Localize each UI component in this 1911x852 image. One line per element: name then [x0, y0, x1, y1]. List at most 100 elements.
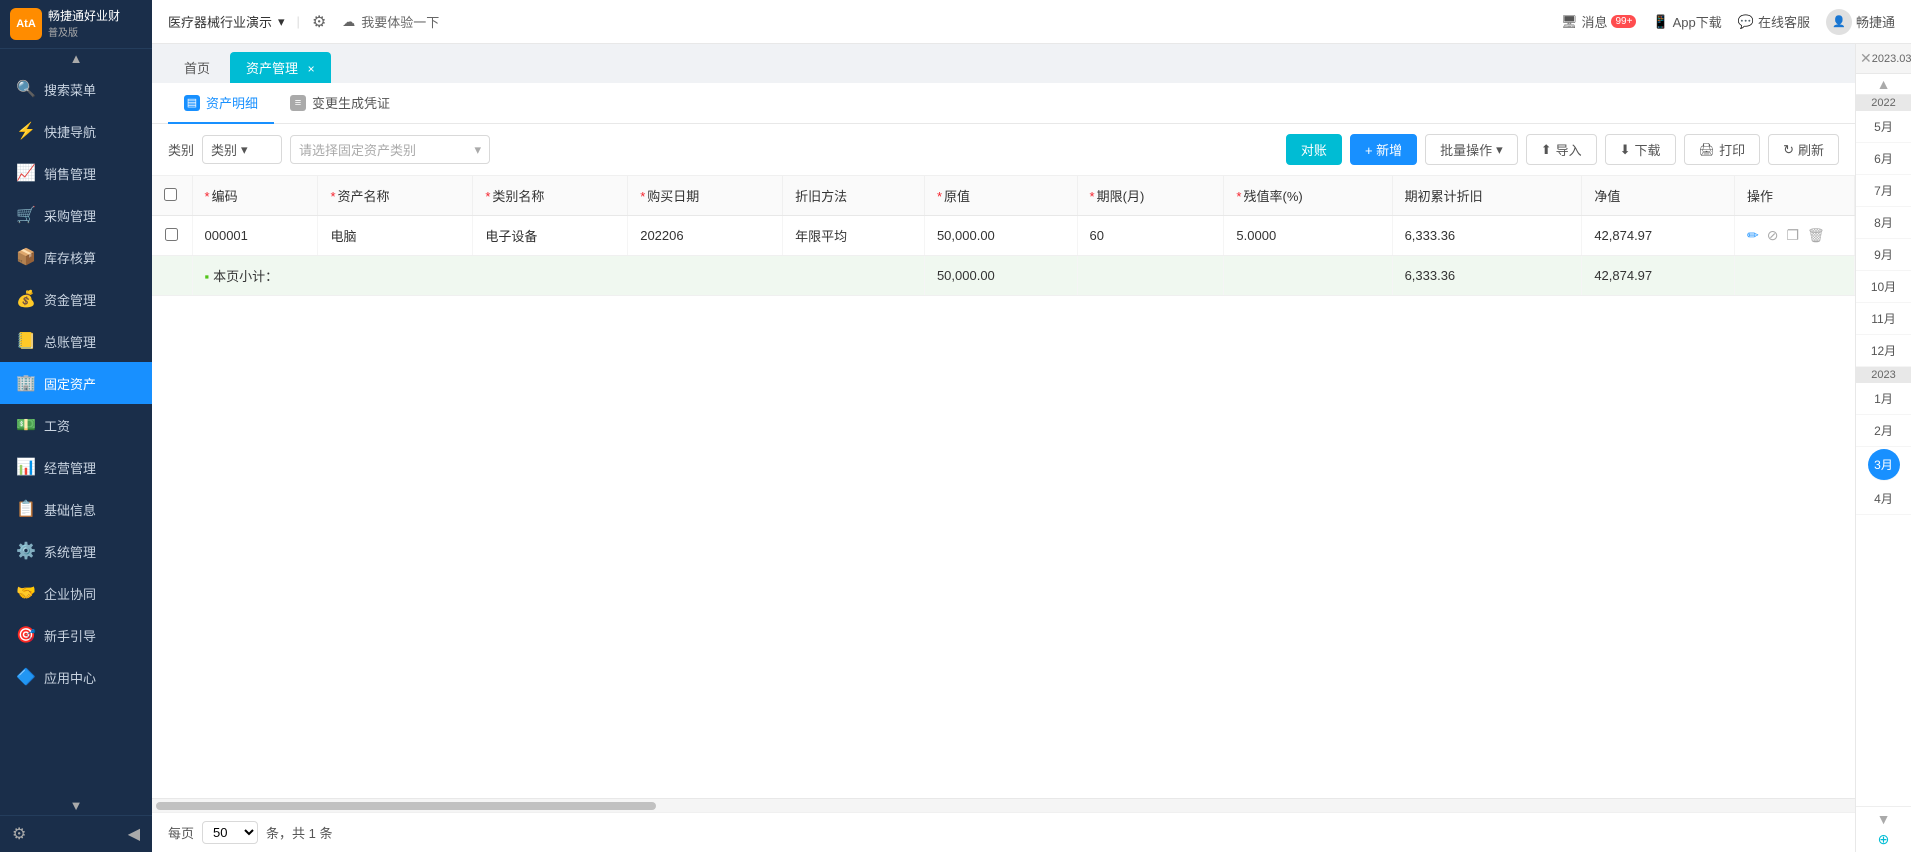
month-2022-12[interactable]: 12月	[1856, 335, 1911, 367]
col-net-value: 净值	[1582, 176, 1735, 216]
month-2023-1[interactable]: 1月	[1856, 383, 1911, 415]
sidebar-item-fixed-assets[interactable]: 🏢固定资产	[0, 362, 152, 404]
sidebar-label-enterprise: 企业协同	[44, 584, 96, 603]
import-icon: ⬆	[1541, 142, 1552, 158]
scroll-up-arrow[interactable]: ▲	[1877, 76, 1891, 92]
service-icon: 💬	[1738, 14, 1754, 30]
sidebar-item-inventory[interactable]: 📦库存核算	[0, 236, 152, 278]
sidebar-item-search[interactable]: 🔍搜索菜单	[0, 68, 152, 110]
app-name: 畅捷通好业财	[48, 9, 120, 25]
sub-tab-change-voucher[interactable]: ≡ 变更生成凭证	[274, 83, 406, 124]
sidebar-label-search: 搜索菜单	[44, 80, 96, 99]
subtotal-row: ▪本页小计： 50,000.00 6,333.36 42,874.97	[152, 256, 1855, 296]
sidebar-label-payroll: 工资	[44, 416, 70, 435]
delete-icon[interactable]: 🗑	[1807, 227, 1825, 244]
right-sidebar: ✕ 2023.03 ⤢ ▲ 2022 5月 6月 7月 8月 9月 10月 11…	[1855, 44, 1911, 852]
month-2022-7[interactable]: 7月	[1856, 175, 1911, 207]
experience-button[interactable]: ☁ 我要体验一下	[342, 12, 439, 31]
subtotal-label: ▪本页小计：	[192, 256, 924, 296]
sidebar-label-quick-nav: 快捷导航	[44, 122, 96, 141]
collapse-icon[interactable]: ◀	[128, 824, 140, 844]
category-filter-select[interactable]: 类别 ▾	[202, 135, 282, 164]
scroll-down-arrow[interactable]: ▼	[1877, 811, 1891, 827]
col-category: *类别名称	[473, 176, 628, 216]
sidebar-item-basic-info[interactable]: 📋基础信息	[0, 488, 152, 530]
asset-detail-icon: ▤	[184, 95, 200, 111]
col-operations: 操作	[1735, 176, 1855, 216]
app-download-button[interactable]: 📱 App下载	[1652, 12, 1721, 31]
download-button[interactable]: ⬇ 下载	[1605, 134, 1676, 165]
sidebar-item-guide[interactable]: 🎯新手引导	[0, 614, 152, 656]
expand-down-icon[interactable]: ⊕	[1878, 831, 1890, 848]
cell-purchase-date: 202206	[628, 216, 783, 256]
tabs-bar: 首页 资产管理 ×	[152, 44, 1855, 83]
row-checkbox[interactable]	[165, 228, 178, 241]
right-panel-title: 2023.03	[1872, 53, 1911, 65]
content-area: 首页 资产管理 × ▤ 资产明细 ≡ 变更生成凭证	[152, 44, 1911, 852]
new-button[interactable]: + 新增	[1350, 134, 1417, 165]
month-2022-10[interactable]: 10月	[1856, 271, 1911, 303]
sidebar-item-fund[interactable]: 💰资金管理	[0, 278, 152, 320]
tab-asset-management[interactable]: 资产管理 ×	[230, 52, 331, 83]
month-2022-6[interactable]: 6月	[1856, 143, 1911, 175]
total-count: 条，共 1 条	[266, 823, 332, 842]
copy-icon[interactable]: ❐	[1786, 227, 1799, 244]
month-2022-11[interactable]: 11月	[1856, 303, 1911, 335]
sidebar-scroll-up[interactable]: ▲	[0, 49, 152, 68]
category-input[interactable]: 请选择固定资产类别 ▾	[290, 135, 490, 164]
sidebar-item-business[interactable]: 📊经营管理	[0, 446, 152, 488]
change-voucher-icon: ≡	[290, 95, 306, 111]
horizontal-scrollbar[interactable]	[152, 798, 1855, 812]
sidebar-scroll-down[interactable]: ▼	[0, 796, 152, 815]
sidebar-item-enterprise[interactable]: 🤝企业协同	[0, 572, 152, 614]
payroll-icon: 💵	[16, 415, 34, 435]
topbar: 医疗器械行业演示 ▾ | ⚙ ☁ 我要体验一下 🖥 消息 99+ 📱 App下载…	[152, 0, 1911, 44]
online-service-button[interactable]: 💬 在线客服	[1738, 12, 1810, 31]
sidebar-item-sales[interactable]: 📈销售管理	[0, 152, 152, 194]
user-menu[interactable]: 👤 畅捷通	[1826, 9, 1895, 35]
select-all-checkbox[interactable]	[164, 188, 177, 201]
refresh-button[interactable]: ↻ 刷新	[1768, 134, 1839, 165]
table-body: 000001 电脑 电子设备 202206 年限平均 50,000.00 60 …	[152, 216, 1855, 296]
edit-icon[interactable]: ✏	[1747, 227, 1759, 244]
tab-close-icon[interactable]: ×	[308, 62, 315, 76]
month-2023-4[interactable]: 4月	[1856, 483, 1911, 515]
company-settings-icon[interactable]: ⚙	[312, 12, 326, 32]
tab-home[interactable]: 首页	[168, 52, 226, 83]
sidebar-label-system: 系统管理	[44, 542, 96, 561]
sidebar-item-ledger[interactable]: 📒总账管理	[0, 320, 152, 362]
duizhang-button[interactable]: 对账	[1286, 134, 1342, 165]
sidebar-item-payroll[interactable]: 💵 工资	[0, 404, 152, 446]
sidebar-item-app-center[interactable]: 🔷应用中心	[0, 656, 152, 698]
per-page-label: 每页	[168, 823, 194, 842]
month-2022-9[interactable]: 9月	[1856, 239, 1911, 271]
month-2023-3[interactable]: 3月	[1868, 449, 1900, 481]
message-button[interactable]: 🖥 消息 99+	[1561, 12, 1637, 31]
scrollbar-thumb[interactable]	[156, 802, 656, 810]
settings-icon[interactable]: ⚙	[12, 824, 26, 844]
per-page-select[interactable]: 50 20 100 200	[202, 821, 258, 844]
right-panel-close-icon[interactable]: ✕	[1860, 50, 1872, 67]
month-2022-5[interactable]: 5月	[1856, 111, 1911, 143]
table-header: *编码 *资产名称 *类别名称 *购买日期 折旧方法 *原值 *期限(月) *残…	[152, 176, 1855, 216]
batch-button[interactable]: 批量操作 ▾	[1425, 134, 1518, 165]
month-2022-8[interactable]: 8月	[1856, 207, 1911, 239]
sub-tab-asset-detail[interactable]: ▤ 资产明细	[168, 83, 274, 124]
system-icon: ⚙️	[16, 541, 34, 561]
sidebar-item-purchase[interactable]: 🛒采购管理	[0, 194, 152, 236]
company-name: 医疗器械行业演示	[168, 12, 272, 31]
sidebar-nav-list: 🔍搜索菜单⚡快捷导航📈销售管理🛒采购管理📦库存核算💰资金管理📒总账管理🏢固定资产…	[0, 68, 152, 796]
main-card: ▤ 资产明细 ≡ 变更生成凭证 类别 类别 ▾	[152, 83, 1855, 852]
print-button[interactable]: 🖨 打印	[1684, 134, 1761, 165]
batch-dropdown-icon: ▾	[1496, 142, 1503, 158]
col-check	[152, 176, 192, 216]
message-icon: 🖥	[1561, 14, 1578, 30]
import-button[interactable]: ⬆ 导入	[1526, 134, 1597, 165]
sidebar-item-system[interactable]: ⚙️ 系统管理	[0, 530, 152, 572]
month-2023-2[interactable]: 2月	[1856, 415, 1911, 447]
sidebar-item-quick-nav[interactable]: ⚡快捷导航	[0, 110, 152, 152]
sidebar-label-inventory: 库存核算	[44, 248, 96, 267]
company-selector[interactable]: 医疗器械行业演示 ▾	[168, 12, 285, 31]
deactivate-icon[interactable]: ⊘	[1767, 227, 1779, 244]
filter-input-dropdown-icon: ▾	[474, 142, 481, 158]
